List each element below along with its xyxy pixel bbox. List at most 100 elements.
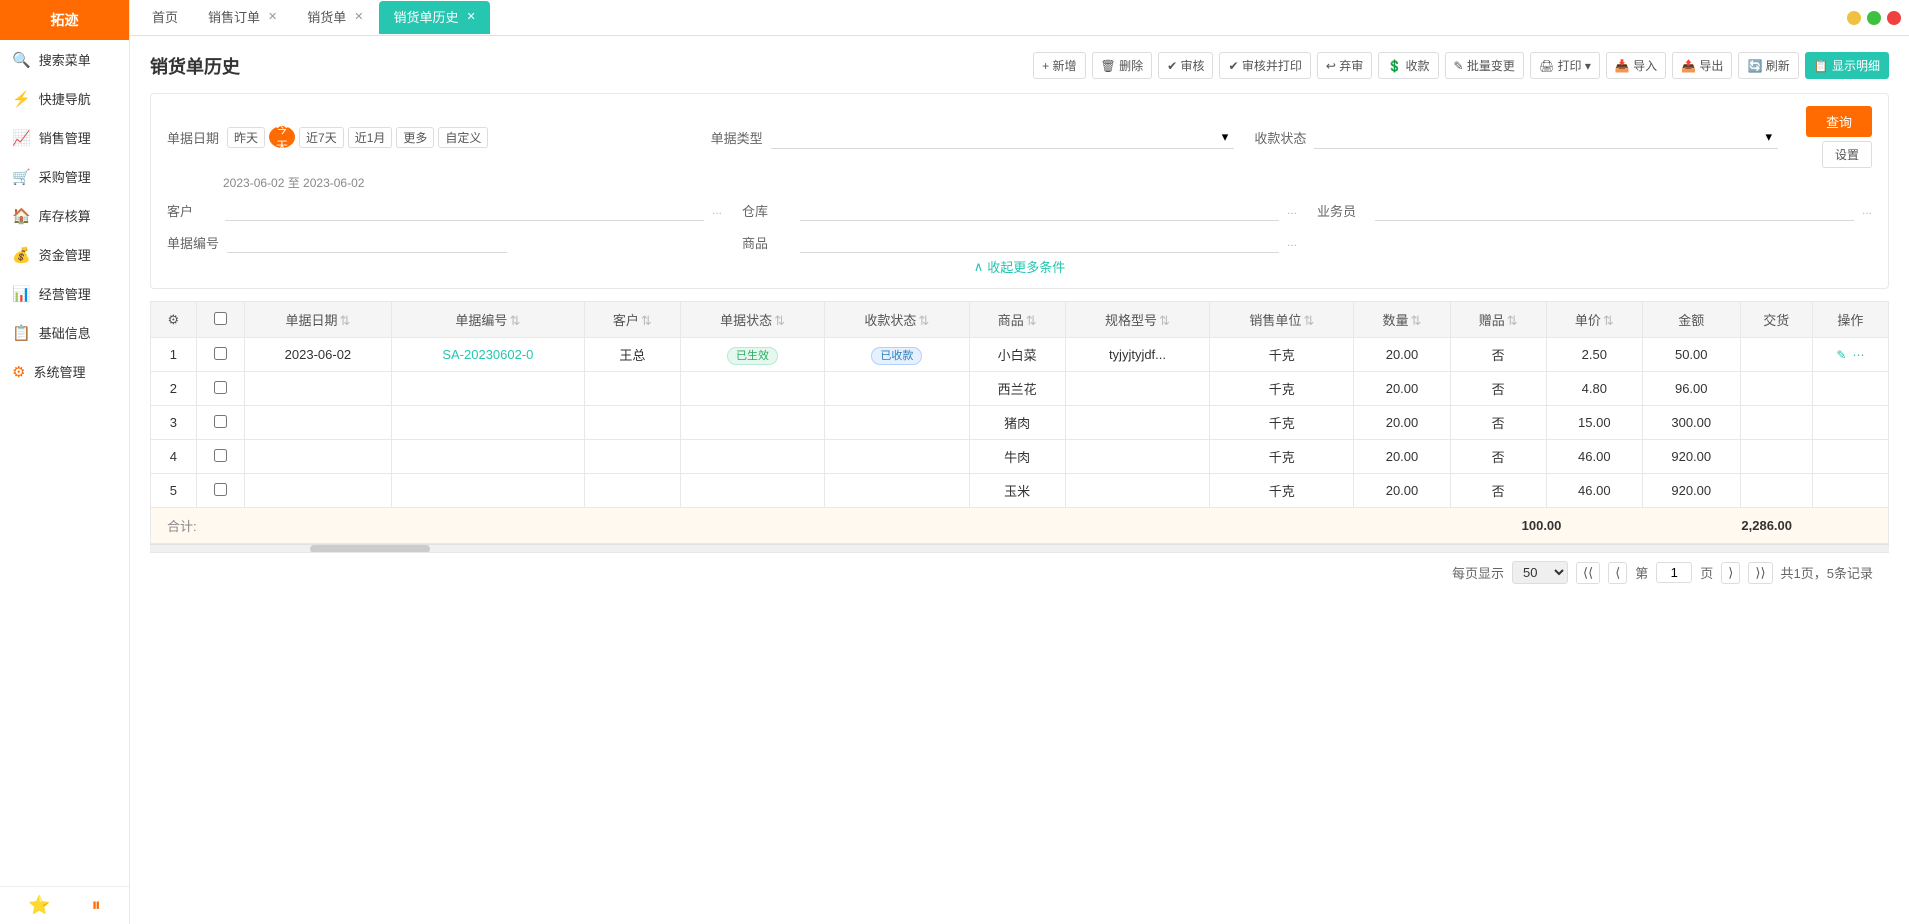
toolbar-review-button[interactable]: ✔ 审核 [1158,52,1213,79]
toolbar-review-print-button[interactable]: ✔ 审核并打印 [1219,52,1310,79]
filter-row-1: 单据日期 昨天今天近7天近1月更多自定义 单据类型 ▾ [167,106,1872,168]
sort-customer-icon: ⇅ [641,313,652,328]
sidebar-item-inventory[interactable]: 🏠 库存核算 [0,196,129,235]
row-3-checkbox[interactable] [214,415,227,428]
next-page-button[interactable]: ⟩ [1721,562,1740,584]
row-5-checkbox[interactable] [214,483,227,496]
col-header-doc_status[interactable]: 单据状态⇅ [680,302,824,338]
col-header-unit[interactable]: 销售单位⇅ [1210,302,1354,338]
salesperson-dots[interactable]: ... [1862,203,1872,217]
row-4-checkbox[interactable] [214,449,227,462]
toolbar-delete-button[interactable]: 🗑 删除 [1092,52,1153,79]
toolbar-new-button[interactable]: + 新增 [1033,52,1085,79]
goods-dots[interactable]: ... [1287,235,1297,249]
col-header-goods[interactable]: 商品⇅ [969,302,1065,338]
filter-salesperson: 业务员 ... [1317,199,1872,221]
action-编辑-0[interactable]: ✎ [1836,348,1846,362]
date-quick-今天-button[interactable]: 今天 [269,126,295,148]
date-quick-近1月-button[interactable]: 近1月 [348,127,393,148]
close-button[interactable] [1887,11,1901,25]
col-header-doc_date[interactable]: 单据日期⇅ [244,302,391,338]
sidebar-item-ops-mgmt[interactable]: 📊 经营管理 [0,274,129,313]
select-all-checkbox[interactable] [214,312,227,325]
cell-3-gift: 否 [1450,406,1546,440]
sidebar-item-sys-mgmt[interactable]: ⚙ 系统管理 [0,352,129,391]
sidebar-pause-icon[interactable]: ⏸ [92,895,101,916]
tab-sales-history[interactable]: 销货单历史✕ [379,1,489,34]
sidebar-item-base-info[interactable]: 📋 基础信息 [0,313,129,352]
date-quick-自定义-button[interactable]: 自定义 [438,127,488,148]
row-2-checkbox[interactable] [214,381,227,394]
prev-page-button[interactable]: ⟨ [1608,562,1627,584]
warehouse-dots[interactable]: ... [1287,203,1297,217]
toolbar-print-button[interactable]: 🖨 打印 ▾ [1530,52,1600,79]
col-header-gift[interactable]: 赠品⇅ [1450,302,1546,338]
tab-sales-order-close[interactable]: ✕ [268,10,277,23]
last-page-button[interactable]: ⟩⟩ [1748,562,1772,584]
cell-5-doc_no [392,474,585,508]
col-header-customer[interactable]: 客户⇅ [584,302,680,338]
sidebar-item-purchase-mgmt[interactable]: 🛒 采购管理 [0,157,129,196]
doc-type-select[interactable]: ▾ [771,126,1235,149]
tab-home[interactable]: 首页 [138,1,192,34]
salesperson-input[interactable] [1375,199,1854,221]
customer-input[interactable] [225,199,704,221]
maximize-button[interactable] [1867,11,1881,25]
sort-payment_status-icon: ⇅ [918,313,929,328]
col-header-doc_no[interactable]: 单据编号⇅ [392,302,585,338]
col-header-price[interactable]: 单价⇅ [1546,302,1642,338]
payment-status-select[interactable]: ▾ [1314,126,1778,149]
page-label-before: 第 [1635,563,1648,582]
per-page-select[interactable]: 50 100 200 [1512,561,1568,584]
goods-input[interactable] [800,231,1279,253]
toolbar-import-button[interactable]: 📥 导入 [1606,52,1666,79]
cell-4-customer [584,440,680,474]
cell-3-payment_status [825,406,969,440]
col-header-transaction: 交货 [1740,302,1812,338]
sidebar-item-quick-nav[interactable]: ⚡ 快捷导航 [0,79,129,118]
tab-sales-delivery[interactable]: 销货单✕ [293,1,377,34]
toolbar-show-details-button[interactable]: 📋 显示明细 [1805,52,1889,79]
sidebar-star-icon[interactable]: ⭐ [28,895,50,916]
doc-no-link-0[interactable]: SA-20230602-0 [442,347,533,362]
date-quick-更多-button[interactable]: 更多 [396,127,434,148]
cell-1-action[interactable]: ✎⋯ [1812,338,1888,372]
page-input[interactable]: 1 [1656,562,1692,583]
cell-5-checkbox [196,474,244,508]
toolbar-batch-change-button[interactable]: ✎ 批量变更 [1445,52,1524,79]
col-header-qty[interactable]: 数量⇅ [1354,302,1450,338]
sidebar-item-search-menu[interactable]: 🔍 搜索菜单 [0,40,129,79]
tab-sales-history-close[interactable]: ✕ [467,10,476,23]
customer-dots[interactable]: ... [712,203,722,217]
cell-3-unit: 千克 [1210,406,1354,440]
toolbar-export-button[interactable]: 📤 导出 [1672,52,1732,79]
toolbar-refresh-button[interactable]: 🔄 刷新 [1738,52,1798,79]
query-button[interactable]: 查询 [1806,106,1872,137]
scrollbar-area[interactable] [150,544,1889,552]
filter-goods: 商品 ... [742,231,1297,253]
first-page-button[interactable]: ⟨⟨ [1576,562,1600,584]
tab-sales-order[interactable]: 销售订单✕ [194,1,291,34]
toolbar: + 新增 🗑 删除✔ 审核✔ 审核并打印 ↩ 弃审💲 收款 ✎ 批量变更🖨 打印 ▾📥… [1033,52,1889,79]
cell-1-doc_status: 已生效 [680,338,824,372]
warehouse-label: 仓库 [742,201,792,220]
sidebar-quick-nav-label: 快捷导航 [39,89,91,108]
row-1-checkbox[interactable] [214,347,227,360]
tab-sales-delivery-close[interactable]: ✕ [354,10,363,23]
toolbar-collect-button[interactable]: 💲 收款 [1378,52,1438,79]
warehouse-input[interactable] [800,199,1279,221]
toolbar-discard-button[interactable]: ↩ 弃审 [1317,52,1372,79]
collapse-button[interactable]: ∧ 收起更多条件 [167,257,1872,276]
col-header-payment_status[interactable]: 收款状态⇅ [825,302,969,338]
sidebar-item-finance-mgmt[interactable]: 💰 资金管理 [0,235,129,274]
cell-1-unit: 千克 [1210,338,1354,372]
date-quick-近7天-button[interactable]: 近7天 [299,127,344,148]
cell-5-goods: 玉米 [969,474,1065,508]
doc-no-input[interactable] [227,231,507,253]
col-header-spec[interactable]: 规格型号⇅ [1065,302,1209,338]
setting-button[interactable]: 设置 [1822,141,1872,168]
sidebar-item-sales-mgmt[interactable]: 📈 销售管理 [0,118,129,157]
date-quick-昨天-button[interactable]: 昨天 [227,127,265,148]
minimize-button[interactable] [1847,11,1861,25]
action-更多-0[interactable]: ⋯ [1852,348,1864,362]
